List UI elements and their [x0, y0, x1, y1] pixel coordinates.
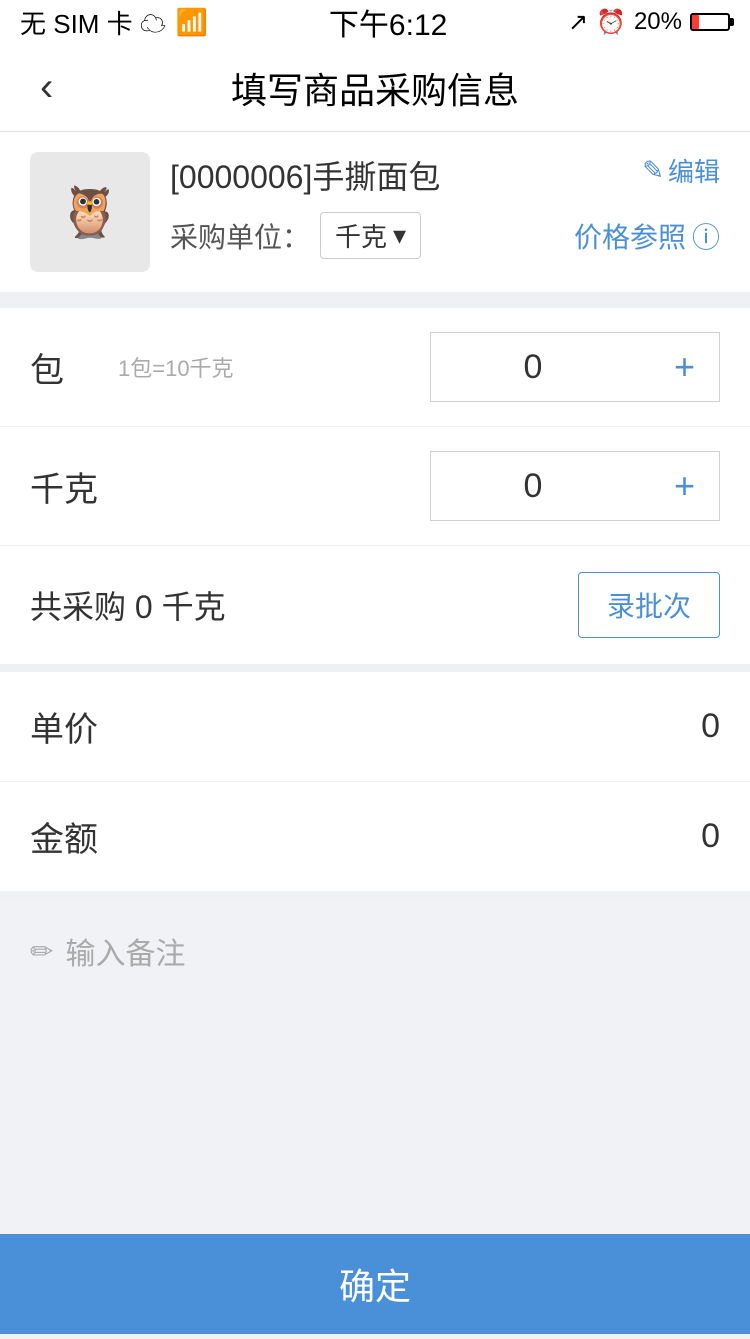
kg-section: 千克 + [0, 427, 750, 546]
location-icon: ↗ [568, 8, 588, 37]
unit-dropdown[interactable]: 千克 ▾ [320, 212, 421, 259]
kg-plus-button[interactable]: + [650, 451, 720, 521]
battery-fill [692, 15, 699, 29]
kg-input-group: + [430, 451, 720, 521]
total-label: 共采购 0 千克 [30, 582, 226, 628]
product-image: 🦉 [30, 152, 150, 272]
confirm-button[interactable]: 确定 [339, 1258, 411, 1310]
product-name: [0000006]手撕面包 [170, 152, 440, 198]
product-card: 🦉 [0000006]手撕面包 ✎ 编辑 采购单位： 千克 ▾ 价格参照 ⓘ [0, 132, 750, 300]
remarks-placeholder: 输入备注 [65, 929, 185, 973]
bag-row: 包 1包=10千克 + [0, 308, 750, 427]
remarks-section[interactable]: ✏ 输入备注 [0, 899, 750, 1239]
total-row: 共采购 0 千克 录批次 [30, 546, 720, 664]
bag-section: 包 1包=10千克 + [0, 308, 750, 427]
price-reference-button[interactable]: 价格参照 ⓘ [574, 216, 720, 256]
status-time: 下午6:12 [329, 0, 447, 44]
nav-bar: ‹ 填写商品采购信息 [0, 44, 750, 132]
remarks-input[interactable]: ✏ 输入备注 [30, 929, 185, 973]
product-logo: 🦉 [59, 183, 121, 242]
unit-row: 采购单位： 千克 ▾ [170, 212, 421, 259]
amount-row: 金额 0 [0, 782, 750, 891]
bag-input[interactable] [430, 332, 650, 402]
price-section: 单价 0 金额 0 [0, 672, 750, 899]
bag-plus-button[interactable]: + [650, 332, 720, 402]
bag-input-group: + [430, 332, 720, 402]
product-header: [0000006]手撕面包 ✎ 编辑 [170, 152, 720, 198]
bag-sublabel: 1包=10千克 [118, 351, 234, 383]
sim-label: 无 SIM 卡 ☁ [20, 4, 166, 41]
edit-icon: ✎ [642, 155, 664, 186]
batch-button[interactable]: 录批次 [578, 572, 720, 638]
edit-button[interactable]: ✎ 编辑 [642, 152, 720, 189]
confirm-section[interactable]: 确定 [0, 1234, 750, 1334]
dropdown-arrow: ▾ [393, 220, 406, 251]
total-section: 共采购 0 千克 录批次 [0, 546, 750, 672]
page-title: 填写商品采购信息 [231, 62, 519, 114]
status-left: 无 SIM 卡 ☁ 📶 [20, 4, 208, 41]
pencil-icon: ✏ [30, 935, 53, 968]
status-right: ↗ ⏰ 20% [568, 8, 730, 37]
alarm-icon: ⏰ [596, 8, 626, 37]
product-info: [0000006]手撕面包 ✎ 编辑 采购单位： 千克 ▾ 价格参照 ⓘ [170, 152, 720, 259]
back-button[interactable]: ‹ [30, 55, 63, 120]
product-meta: 采购单位： 千克 ▾ 价格参照 ⓘ [170, 212, 720, 259]
battery-icon [690, 13, 730, 31]
kg-row: 千克 + [0, 427, 750, 546]
info-icon: ⓘ [692, 216, 720, 256]
battery-percent: 20% [634, 8, 682, 36]
unit-price-label: 单价 [30, 702, 98, 751]
wifi-icon: 📶 [176, 7, 208, 38]
status-bar: 无 SIM 卡 ☁ 📶 下午6:12 ↗ ⏰ 20% [0, 0, 750, 44]
unit-price-value: 0 [701, 707, 720, 746]
kg-label: 千克 [30, 462, 110, 511]
section-divider-1 [0, 300, 750, 308]
amount-value: 0 [701, 817, 720, 856]
amount-label: 金额 [30, 812, 98, 861]
unit-price-row: 单价 0 [0, 672, 750, 782]
purchase-unit-label: 采购单位： [170, 216, 310, 256]
kg-input[interactable] [430, 451, 650, 521]
bag-label: 包 [30, 343, 110, 392]
